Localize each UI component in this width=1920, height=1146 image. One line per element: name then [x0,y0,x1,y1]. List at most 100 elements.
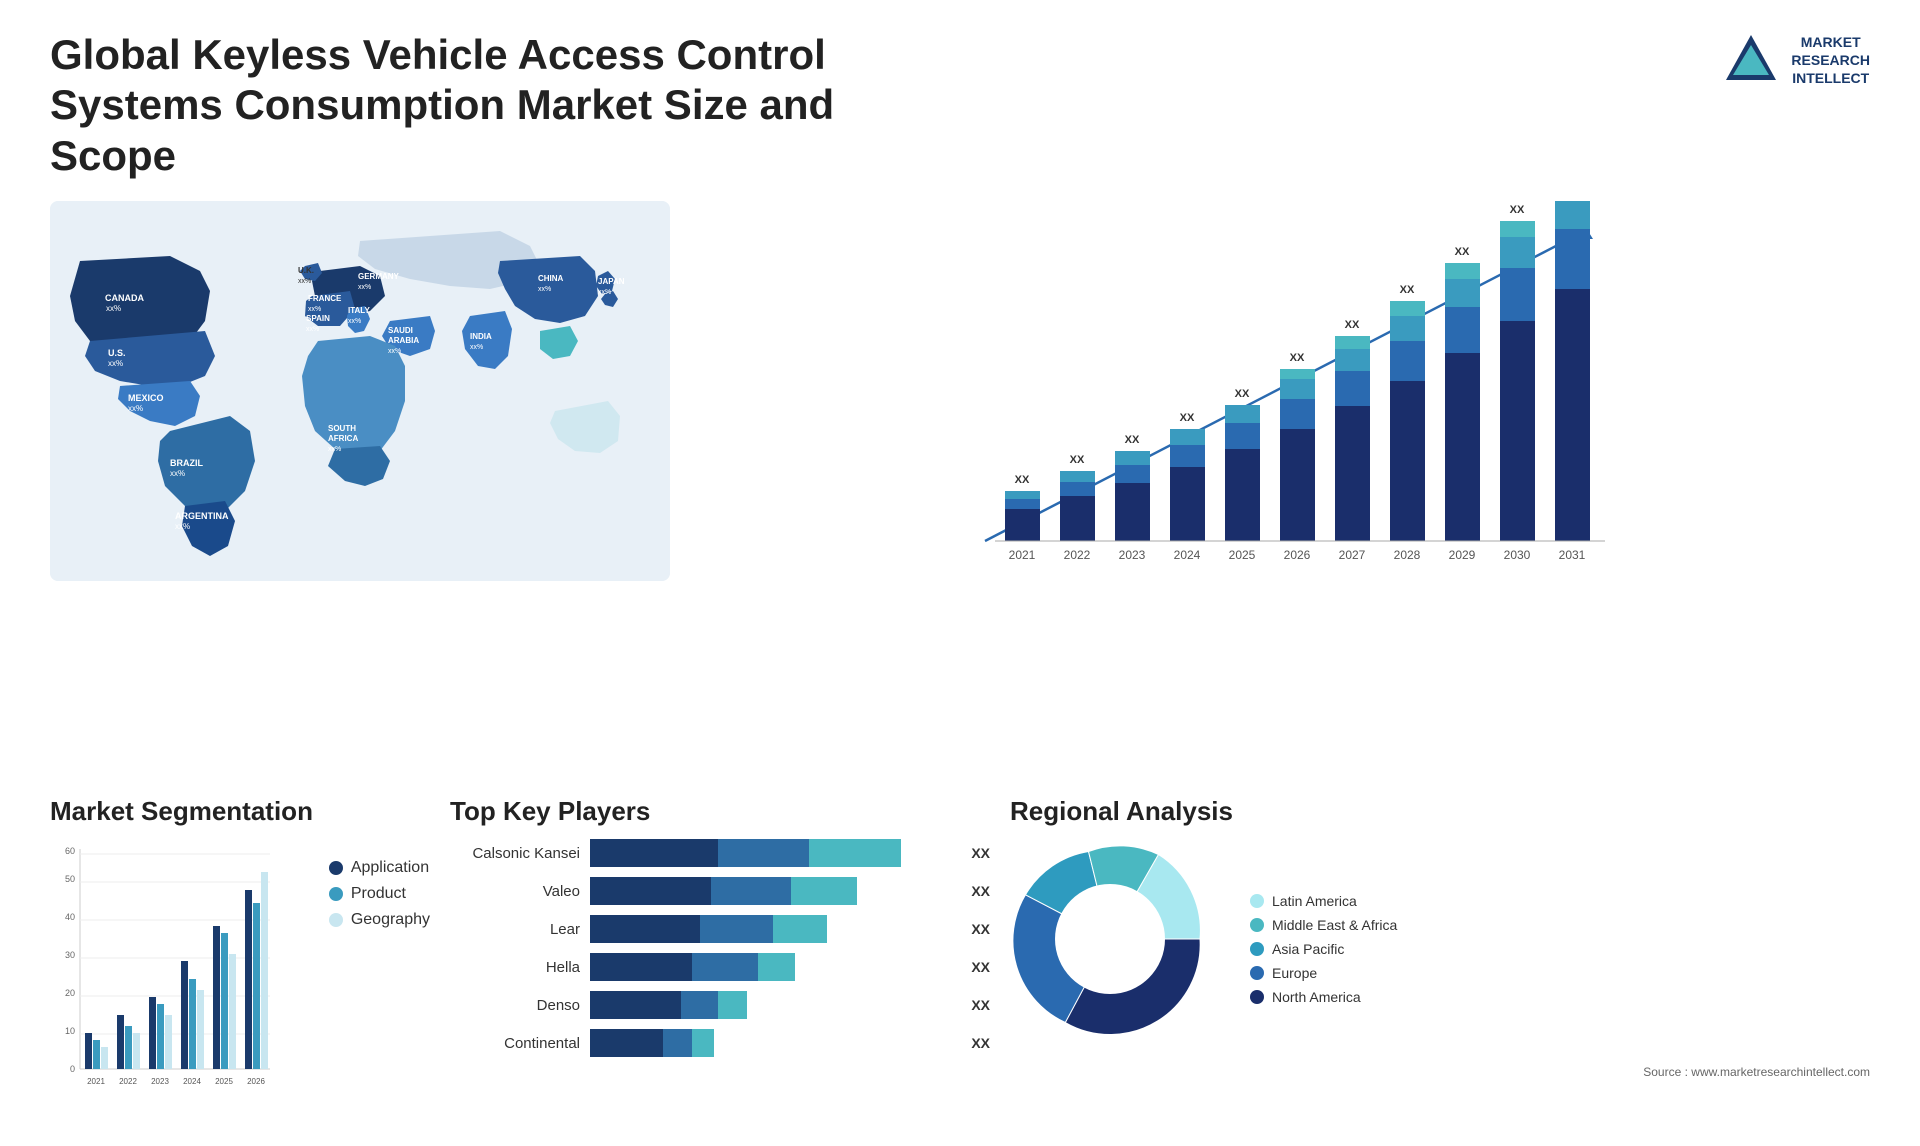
svg-text:SOUTH: SOUTH [328,424,356,433]
logo-icon [1721,30,1781,90]
map-section: CANADA xx% U.S. xx% MEXICO xx% BRAZIL xx… [50,201,670,776]
world-map: CANADA xx% U.S. xx% MEXICO xx% BRAZIL xx… [50,201,670,581]
player-bar-dark [590,915,700,943]
svg-text:XX: XX [1070,454,1085,466]
svg-text:xx%: xx% [308,306,321,313]
svg-text:60: 60 [65,846,75,856]
legend-item-application: Application [329,859,430,877]
svg-text:xx%: xx% [358,284,371,291]
regional-container: Latin America Middle East & Africa Asia … [1010,839,1870,1059]
legend-label-mea: Middle East & Africa [1272,917,1397,933]
player-bar-dark [590,991,681,1019]
player-bar-light [791,877,857,905]
player-bar-lear [590,915,955,943]
svg-text:SAUDI: SAUDI [388,326,413,335]
svg-text:2021: 2021 [1009,548,1036,562]
legend-dot-latin-america [1250,894,1264,908]
legend-label-application: Application [351,859,429,877]
svg-text:2025: 2025 [215,1077,233,1086]
player-name-hella: Hella [450,959,580,976]
player-bar-light [809,839,900,867]
svg-text:20: 20 [65,988,75,998]
svg-text:XX: XX [1015,474,1030,486]
logo-area: MARKET RESEARCH INTELLECT [1721,30,1870,90]
bar-chart-section: XX XX XX [690,201,1870,776]
svg-text:ARGENTINA: ARGENTINA [175,511,229,521]
player-xx: XX [971,845,990,861]
players-list: Calsonic Kansei XX Valeo XX [450,839,990,1057]
svg-text:FRANCE: FRANCE [308,294,342,303]
player-row-calsonic: Calsonic Kansei XX [450,839,990,867]
svg-text:xx%: xx% [128,404,143,413]
player-bar-mid [718,839,809,867]
svg-text:xx%: xx% [306,326,319,333]
main-content: CANADA xx% U.S. xx% MEXICO xx% BRAZIL xx… [50,201,1870,776]
regional-title: Regional Analysis [1010,796,1870,827]
legend-label-asia-pacific: Asia Pacific [1272,941,1344,957]
svg-text:ARABIA: ARABIA [388,336,419,345]
svg-text:XX: XX [1290,352,1305,364]
legend-label-geography: Geography [351,911,430,929]
player-bar-mid [711,877,791,905]
player-name-lear: Lear [450,921,580,938]
legend-item-latin-america: Latin America [1250,893,1397,909]
svg-text:2023: 2023 [151,1077,169,1086]
key-players-section: Top Key Players Calsonic Kansei XX Valeo [450,796,990,1116]
player-bar-calsonic [590,839,955,867]
player-name-valeo: Valeo [450,883,580,900]
segmentation-legend: Application Product Geography [329,839,430,929]
svg-text:XX: XX [1125,434,1140,446]
svg-text:30: 30 [65,950,75,960]
svg-text:2027: 2027 [1339,548,1366,562]
svg-text:xx%: xx% [348,318,361,325]
svg-text:U.S.: U.S. [108,348,126,358]
svg-text:2030: 2030 [1504,548,1531,562]
player-bar-valeo [590,877,955,905]
player-bar-hella [590,953,955,981]
svg-text:xx%: xx% [108,359,123,368]
svg-text:XX: XX [1235,388,1250,400]
regional-legend: Latin America Middle East & Africa Asia … [1250,893,1397,1005]
segmentation-section: Market Segmentation 0 10 20 30 40 50 [50,796,430,1116]
logo-text: MARKET RESEARCH INTELLECT [1791,33,1870,88]
source-text: Source : www.marketresearchintellect.com [1010,1065,1870,1079]
svg-text:XX: XX [1455,246,1470,258]
legend-dot-europe [1250,966,1264,980]
svg-text:MEXICO: MEXICO [128,393,164,403]
player-xx: XX [971,883,990,899]
svg-text:XX: XX [1400,284,1415,296]
legend-label-europe: Europe [1272,965,1317,981]
player-bar-dark [590,877,711,905]
legend-item-asia-pacific: Asia Pacific [1250,941,1397,957]
svg-text:2031: 2031 [1559,548,1586,562]
page-title: Global Keyless Vehicle Access Control Sy… [50,30,950,181]
svg-text:ITALY: ITALY [348,306,370,315]
player-row-valeo: Valeo XX [450,877,990,905]
player-bar-light [758,953,795,981]
legend-dot-asia-pacific [1250,942,1264,956]
player-row-denso: Denso XX [450,991,990,1019]
svg-text:2026: 2026 [1284,548,1311,562]
svg-text:CANADA: CANADA [105,293,144,303]
svg-text:CHINA: CHINA [538,274,564,283]
svg-text:XX: XX [1510,204,1525,216]
legend-item-mea: Middle East & Africa [1250,917,1397,933]
player-bar-light [718,991,747,1019]
key-players-title: Top Key Players [450,796,990,827]
svg-text:GERMANY: GERMANY [358,272,400,281]
svg-text:xx%: xx% [298,278,311,285]
player-bar-mid [663,1029,692,1057]
segmentation-chart: 0 10 20 30 40 50 60 [50,839,430,1104]
svg-text:2022: 2022 [1064,548,1091,562]
player-name-calsonic: Calsonic Kansei [450,845,580,862]
svg-text:xx%: xx% [175,522,190,531]
legend-label-product: Product [351,885,406,903]
svg-text:2025: 2025 [1229,548,1256,562]
svg-text:xx%: xx% [328,446,341,453]
legend-label-north-america: North America [1272,989,1361,1005]
player-row-lear: Lear XX [450,915,990,943]
player-bar-mid [700,915,773,943]
legend-dot-geography [329,913,343,927]
player-bar-dark [590,953,692,981]
legend-item-geography: Geography [329,911,430,929]
